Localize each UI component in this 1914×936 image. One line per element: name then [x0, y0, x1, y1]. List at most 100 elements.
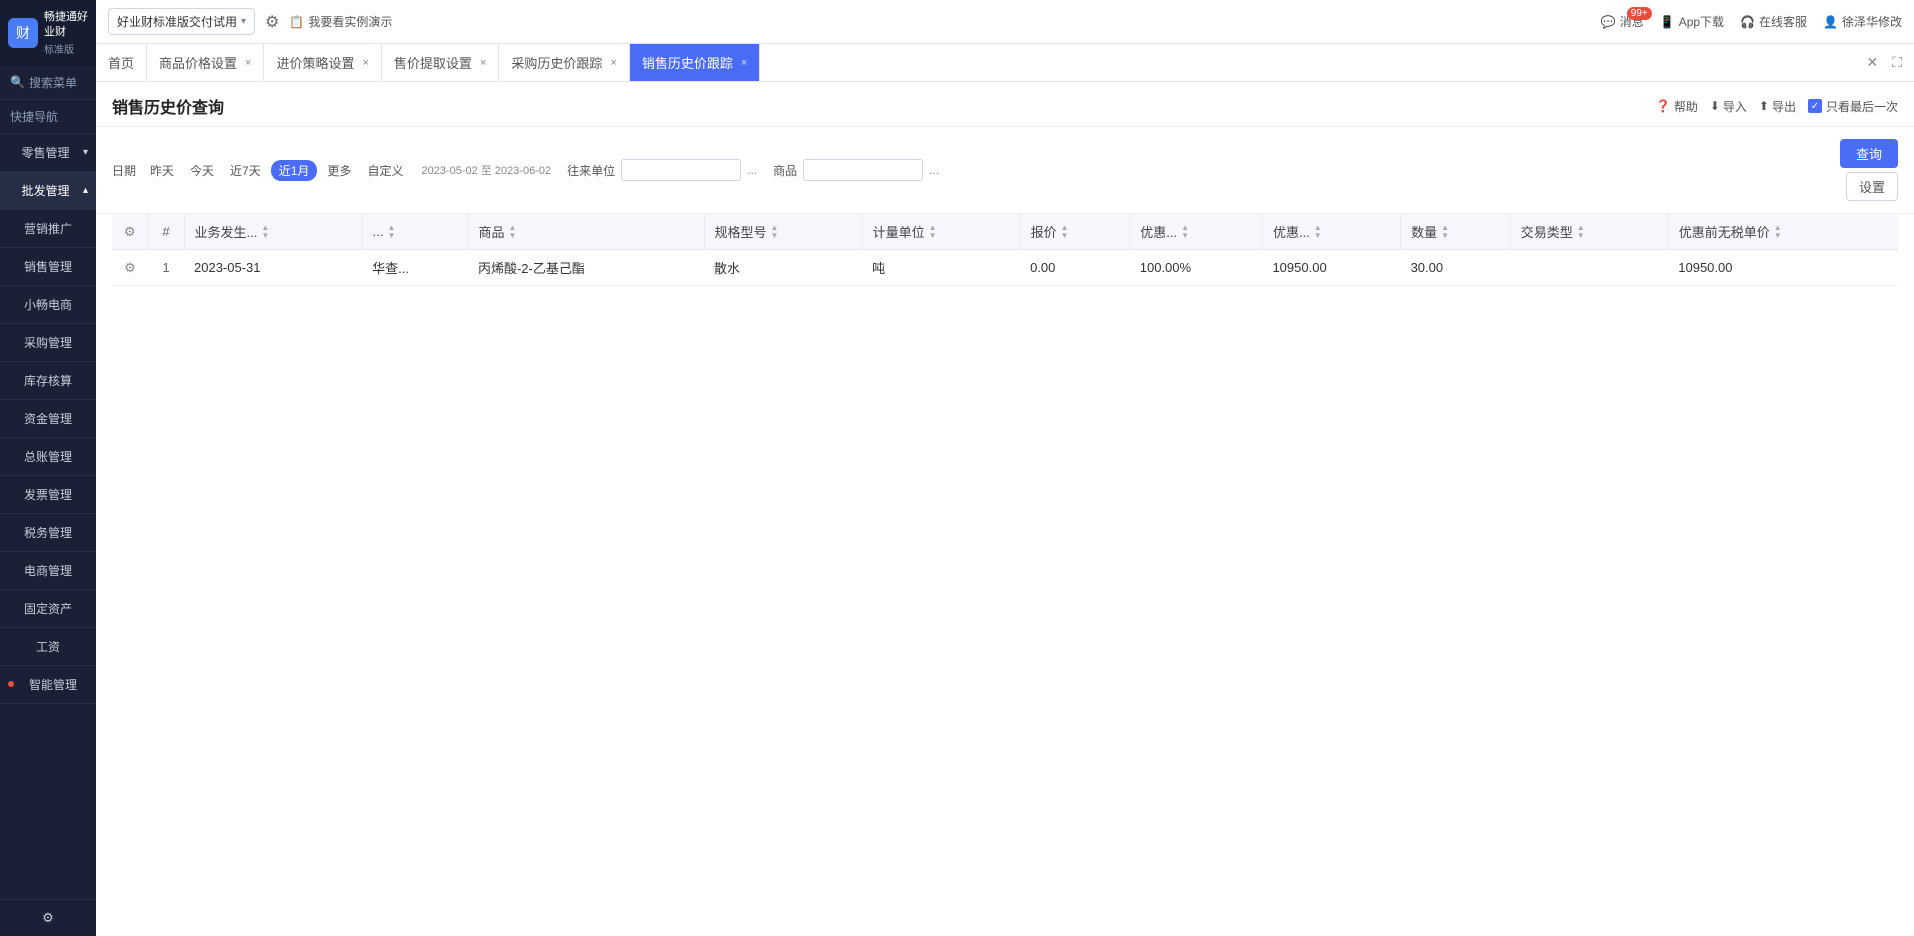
only-last-checkbox[interactable]: ✓ 只看最后一次 — [1808, 98, 1898, 115]
version-chevron-icon: ▾ — [241, 16, 246, 27]
sidebar-settings-button[interactable]: ⚙ — [0, 899, 96, 936]
sidebar-item-general-ledger[interactable]: 总账管理 — [0, 438, 96, 476]
main-area: 好业财标准版交付试用 ▾ ⚙ 📋 我要看实例演示 💬 消息 99+ 📱 App下… — [96, 0, 1914, 936]
user-menu-button[interactable]: 👤 徐泽华修改 — [1823, 13, 1902, 30]
date-opt-today[interactable]: 今天 — [184, 160, 220, 181]
gear-row-icon: ⚙ — [124, 260, 136, 275]
col-discount1[interactable]: 优惠... ▲▼ — [1130, 214, 1263, 250]
row-gear[interactable]: ⚙ — [112, 250, 148, 286]
tab-purchase-strategy-label: 进价策略设置 — [276, 53, 354, 72]
sidebar-item-ecommerce[interactable]: 电商管理 — [0, 552, 96, 590]
col-unit[interactable]: 计量单位 ▲▼ — [862, 214, 1020, 250]
col-gear[interactable]: ⚙ — [112, 214, 148, 250]
date-opt-yesterday[interactable]: 昨天 — [144, 160, 180, 181]
row-discount2: 10950.00 — [1262, 250, 1400, 286]
row-num: 1 — [148, 250, 184, 286]
product-more-button[interactable]: ... — [929, 163, 939, 177]
col-more[interactable]: ... ▲▼ — [362, 214, 468, 250]
close-tab-button[interactable]: ✕ — [1862, 52, 1882, 73]
col-spec[interactable]: 规格型号 ▲▼ — [704, 214, 862, 250]
sidebar-item-invoice[interactable]: 发票管理 — [0, 476, 96, 514]
expand-tab-button[interactable]: ⛶ — [1888, 52, 1906, 73]
row-spec: 散水 — [704, 250, 862, 286]
query-button[interactable]: 查询 — [1840, 139, 1898, 168]
col-num: # — [148, 214, 184, 250]
tab-purchase-strategy[interactable]: 进价策略设置 × — [264, 44, 381, 82]
data-table: ⚙ # 业务发生... ▲▼ — [112, 214, 1898, 286]
sidebar-item-smart[interactable]: 智能管理 — [0, 666, 96, 704]
tab-purchase-strategy-close-icon[interactable]: × — [362, 57, 368, 69]
sidebar-quicknav[interactable]: 快捷导航 — [0, 100, 96, 134]
date-opt-custom[interactable]: 自定义 — [361, 160, 409, 181]
sidebar-item-inventory-label: 库存核算 — [24, 372, 72, 389]
message-icon: 💬 — [1601, 15, 1616, 29]
sidebar-item-purchase[interactable]: 采购管理 — [0, 324, 96, 362]
page-title: 销售历史价查询 — [112, 94, 224, 118]
date-opt-more[interactable]: 更多 — [321, 160, 357, 181]
sidebar-item-payroll-label: 工资 — [36, 638, 60, 655]
col-price[interactable]: 报价 ▲▼ — [1020, 214, 1130, 250]
sidebar-item-tax[interactable]: 税务管理 — [0, 514, 96, 552]
col-pretax-price[interactable]: 优惠前无税单价 ▲▼ — [1668, 214, 1898, 250]
demo-icon: 📋 — [289, 15, 304, 29]
tab-sale-history[interactable]: 销售历史价跟踪 × — [630, 44, 760, 82]
online-service-button[interactable]: 🎧 在线客服 — [1740, 13, 1807, 30]
sidebar-item-fixed-assets[interactable]: 固定资产 — [0, 590, 96, 628]
page-header: 销售历史价查询 ❓ 帮助 ⬇ 导入 ⬆ 导出 ✓ 只看最后一次 — [96, 82, 1914, 127]
tab-purchase-history-close-icon[interactable]: × — [610, 57, 616, 69]
logo-sub: 标准版 — [44, 41, 88, 56]
sidebar-search[interactable]: 🔍 搜索菜单 — [0, 66, 96, 100]
sidebar-item-retail[interactable]: 零售管理 ▾ — [0, 134, 96, 172]
tab-sale-extract-close-icon[interactable]: × — [480, 57, 486, 69]
message-button[interactable]: 💬 消息 99+ — [1601, 13, 1644, 30]
col-trans-type[interactable]: 交易类型 ▲▼ — [1510, 214, 1668, 250]
product-input[interactable] — [803, 159, 923, 181]
sort-arrows-price: ▲▼ — [1061, 224, 1069, 240]
sidebar-item-finance[interactable]: 资金管理 — [0, 400, 96, 438]
sidebar-item-marketing[interactable]: 营销推广 — [0, 210, 96, 248]
headset-icon: 🎧 — [1740, 15, 1755, 29]
tab-home[interactable]: 首页 — [96, 44, 147, 82]
date-opt-last7[interactable]: 近7天 — [224, 160, 267, 181]
date-range-display: 2023-05-02 至 2023-06-02 — [421, 162, 551, 178]
tab-sale-extract[interactable]: 售价提取设置 × — [382, 44, 499, 82]
date-opt-last1m[interactable]: 近1月 — [271, 160, 318, 181]
sidebar-item-wholesale[interactable]: 批发管理 ▴ — [0, 172, 96, 210]
col-product[interactable]: 商品 ▲▼ — [468, 214, 704, 250]
row-trans-type — [1510, 250, 1668, 286]
page-content: 销售历史价查询 ❓ 帮助 ⬇ 导入 ⬆ 导出 ✓ 只看最后一次 — [96, 82, 1914, 936]
help-link[interactable]: ❓ 帮助 — [1656, 98, 1698, 115]
tab-price[interactable]: 商品价格设置 × — [147, 44, 264, 82]
topbar: 好业财标准版交付试用 ▾ ⚙ 📋 我要看实例演示 💬 消息 99+ 📱 App下… — [96, 0, 1914, 44]
sidebar-item-sales-label: 销售管理 — [24, 258, 72, 275]
topbar-settings-button[interactable]: ⚙ — [265, 12, 279, 32]
demo-link[interactable]: 📋 我要看实例演示 — [289, 13, 392, 30]
row-pretax-price: 10950.00 — [1668, 250, 1898, 286]
sidebar-item-sales[interactable]: 销售管理 — [0, 248, 96, 286]
sidebar-item-payroll[interactable]: 工资 — [0, 628, 96, 666]
tab-sale-history-close-icon[interactable]: × — [741, 57, 747, 69]
app-download-button[interactable]: 📱 App下载 — [1660, 13, 1724, 30]
gear-icon: ⚙ — [42, 910, 54, 926]
checkbox-checked-icon: ✓ — [1808, 99, 1822, 113]
col-qty[interactable]: 数量 ▲▼ — [1401, 214, 1511, 250]
col-discount2[interactable]: 优惠... ▲▼ — [1262, 214, 1400, 250]
col-biz-date[interactable]: 业务发生... ▲▼ — [184, 214, 362, 250]
sidebar-item-inventory[interactable]: 库存核算 — [0, 362, 96, 400]
tab-sale-extract-label: 售价提取设置 — [394, 53, 472, 72]
setting-button[interactable]: 设置 — [1846, 172, 1898, 201]
source-unit-input[interactable] — [621, 159, 741, 181]
tab-sale-history-label: 销售历史价跟踪 — [642, 53, 733, 72]
version-select[interactable]: 好业财标准版交付试用 ▾ — [108, 8, 255, 35]
sidebar-item-ecommerce-small[interactable]: 小畅电商 — [0, 286, 96, 324]
sidebar-item-purchase-label: 采购管理 — [24, 334, 72, 351]
row-qty: 30.00 — [1401, 250, 1511, 286]
tab-price-label: 商品价格设置 — [159, 53, 237, 72]
source-unit-more-button[interactable]: ... — [747, 163, 757, 177]
tab-price-close-icon[interactable]: × — [245, 57, 251, 69]
tab-purchase-history[interactable]: 采购历史价跟踪 × — [499, 44, 629, 82]
sort-arrows-more: ▲▼ — [388, 224, 396, 240]
import-icon: ⬇ — [1710, 99, 1720, 113]
export-link[interactable]: ⬆ 导出 — [1759, 98, 1796, 115]
import-link[interactable]: ⬇ 导入 — [1710, 98, 1747, 115]
